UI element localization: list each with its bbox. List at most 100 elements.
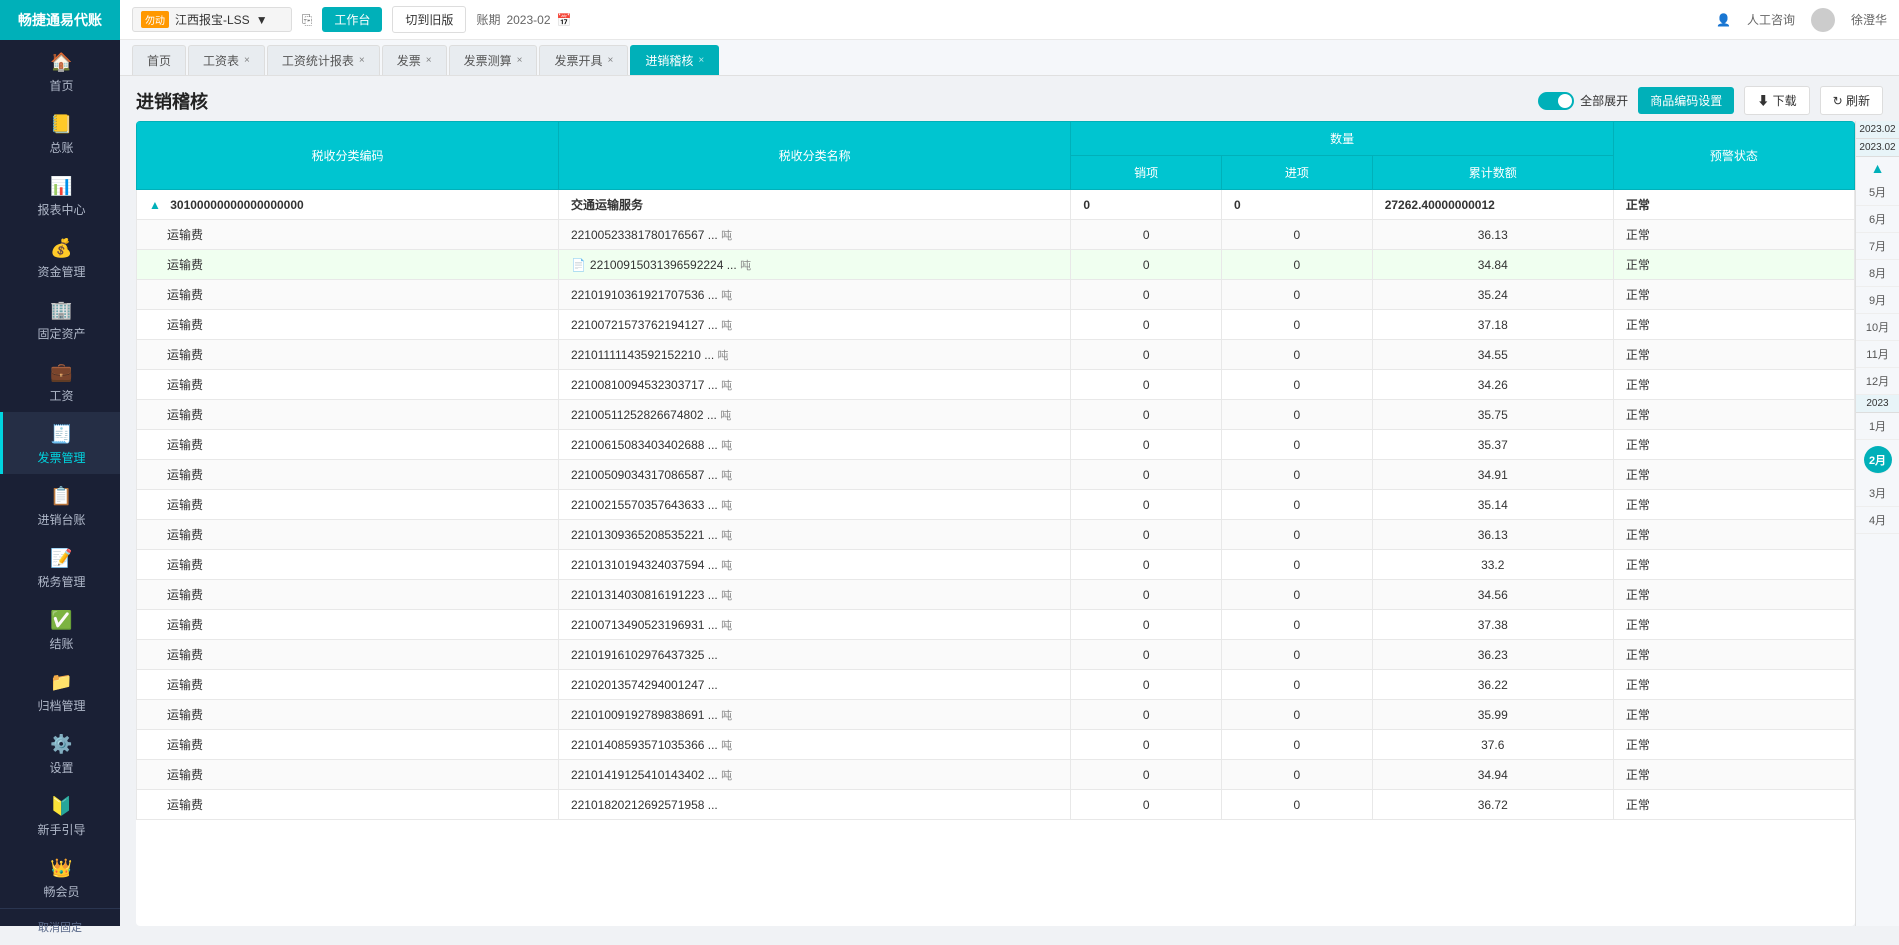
table-row-status: 正常 — [1613, 400, 1854, 430]
table-row-name: 运输费 — [137, 340, 559, 370]
cal-month-10[interactable]: 10月 — [1856, 314, 1899, 341]
tab-invoice-calc-label: 发票测算 — [464, 52, 512, 69]
cal-month-9[interactable]: 9月 — [1856, 287, 1899, 314]
workbench-button[interactable]: 工作台 — [322, 7, 382, 32]
tab-invoice-label: 发票 — [397, 52, 421, 69]
archive-icon: 📁 — [50, 672, 72, 693]
download-icon: ⬇ — [1757, 94, 1769, 108]
th-quantity: 数量 — [1071, 122, 1613, 156]
table-row-cumulative: 27262.40000000012 — [1372, 190, 1613, 220]
cal-month-8[interactable]: 8月 — [1856, 260, 1899, 287]
table-row-name: 运输费 — [137, 670, 559, 700]
table-row-name: 运输费 — [137, 550, 559, 580]
table-row-purchase: 0 — [1222, 250, 1373, 280]
switch-version-button[interactable]: 切到旧版 — [392, 6, 466, 33]
commodity-settings-button[interactable]: 商品编码设置 — [1638, 87, 1734, 114]
sidebar-item-settle[interactable]: ✅ 结账 — [0, 598, 120, 660]
sidebar-item-label: 结账 — [49, 635, 73, 652]
table-row-status: 正常 — [1613, 460, 1854, 490]
sales-ledger-icon: 📋 — [50, 486, 72, 507]
cal-month-6[interactable]: 6月 — [1856, 206, 1899, 233]
cal-month-12[interactable]: 12月 — [1856, 368, 1899, 395]
table-row-status: 正常 — [1613, 250, 1854, 280]
refresh-button[interactable]: ↻ 刷新 — [1820, 86, 1883, 115]
tab-invoice-open-close[interactable]: × — [607, 55, 613, 66]
table-row-purchase: 0 — [1222, 520, 1373, 550]
cal-up-arrow[interactable]: ▲ — [1856, 157, 1899, 179]
sidebar-item-archive[interactable]: 📁 归档管理 — [0, 660, 120, 722]
table-row-sale: 0 — [1071, 190, 1222, 220]
cal-month-3[interactable]: 3月 — [1856, 480, 1899, 507]
table-row-name: 运输费 — [137, 430, 559, 460]
table-row-cumulative: 36.13 — [1372, 520, 1613, 550]
tab-payroll[interactable]: 工资表 × — [188, 45, 265, 75]
calendar-icon[interactable]: 📅 — [557, 13, 572, 27]
th-cumulative: 累计数额 — [1372, 156, 1613, 190]
settings-icon: ⚙️ — [50, 734, 72, 755]
sidebar-item-sales-ledger[interactable]: 📋 进销台账 — [0, 474, 120, 536]
toggle-all-label: 全部展开 — [1580, 92, 1628, 109]
sidebar-item-reports[interactable]: 📊 报表中心 — [0, 164, 120, 226]
tab-invoice-calc[interactable]: 发票测算 × — [449, 45, 538, 75]
app-logo: 畅捷通易代账 — [0, 0, 120, 40]
table-row-status: 正常 — [1613, 370, 1854, 400]
copy-icon[interactable]: ⎘ — [302, 12, 312, 28]
tab-payroll-stats-close[interactable]: × — [359, 55, 365, 66]
table-row-cumulative: 34.94 — [1372, 760, 1613, 790]
cal-month-11[interactable]: 11月 — [1856, 341, 1899, 368]
cal-month-4[interactable]: 4月 — [1856, 507, 1899, 534]
table-row-code2: 22101310194324037594 ... 吨 — [558, 550, 1070, 580]
cal-month-7[interactable]: 7月 — [1856, 233, 1899, 260]
tab-invoice-close[interactable]: × — [426, 55, 432, 66]
tab-home[interactable]: 首页 — [132, 45, 186, 75]
assets-icon: 🏢 — [50, 300, 72, 321]
company-selector[interactable]: 勿动 江西报宝-LSS ▼ — [132, 7, 292, 32]
toggle-all-switch[interactable] — [1538, 92, 1574, 110]
table-row-purchase: 0 — [1222, 190, 1373, 220]
tab-invoice-calc-close[interactable]: × — [517, 55, 523, 66]
expand-icon[interactable]: ▲ — [149, 198, 161, 212]
table-row-purchase: 0 — [1222, 280, 1373, 310]
table-row-name: 运输费 — [137, 400, 559, 430]
tab-reconcile-close[interactable]: × — [698, 55, 704, 66]
tab-reconcile[interactable]: 进销稽核 × — [630, 45, 719, 75]
sidebar-item-ledger[interactable]: 📒 总账 — [0, 102, 120, 164]
support-label[interactable]: 人工咨询 — [1747, 11, 1795, 28]
cal-month-2[interactable]: 2月 — [1864, 446, 1892, 474]
sidebar-item-funds[interactable]: 💰 资金管理 — [0, 226, 120, 288]
tab-reconcile-label: 进销稽核 — [645, 52, 693, 69]
table-row-sale: 0 — [1071, 550, 1222, 580]
table-row-sale: 0 — [1071, 790, 1222, 820]
table-row-status: 正常 — [1613, 700, 1854, 730]
sidebar-item-tax[interactable]: 📝 税务管理 — [0, 536, 120, 598]
table-scroll[interactable]: 税收分类编码 税收分类名称 数量 预警状态 — [136, 121, 1855, 926]
table-row-status: 正常 — [1613, 730, 1854, 760]
sidebar-item-payroll[interactable]: 💼 工资 — [0, 350, 120, 412]
tab-payroll-stats[interactable]: 工资统计报表 × — [267, 45, 380, 75]
table-row-code2: 22100615083403402688 ... 吨 — [558, 430, 1070, 460]
sidebar-item-member[interactable]: 👑 畅会员 — [0, 846, 120, 908]
tabbar: 首页 工资表 × 工资统计报表 × 发票 × 发票测算 × 发票开具 × 进销稽… — [120, 40, 1899, 76]
tab-invoice[interactable]: 发票 × — [382, 45, 447, 75]
sidebar-item-guide[interactable]: 🔰 新手引导 — [0, 784, 120, 846]
table-row-name: 运输费 — [137, 700, 559, 730]
cal-month-5[interactable]: 5月 — [1856, 179, 1899, 206]
table-row-cumulative: 36.23 — [1372, 640, 1613, 670]
tab-payroll-close[interactable]: × — [244, 55, 250, 66]
table-row-purchase: 0 — [1222, 370, 1373, 400]
unpin-sidebar-button[interactable]: 取消固定 — [0, 908, 120, 945]
sidebar-item-assets[interactable]: 🏢 固定资产 — [0, 288, 120, 350]
download-button[interactable]: ⬇ 下载 — [1744, 86, 1809, 115]
table-row-cumulative: 34.91 — [1372, 460, 1613, 490]
th-sale: 销项 — [1071, 156, 1222, 190]
sidebar-item-invoice-mgmt[interactable]: 🧾 发票管理 — [0, 412, 120, 474]
table-row-purchase: 0 — [1222, 550, 1373, 580]
table-row-code2: 22100523381780176567 ... 吨 — [558, 220, 1070, 250]
sidebar-item-home[interactable]: 🏠 首页 — [0, 40, 120, 102]
table-row-code2: 22101314030816191223 ... 吨 — [558, 580, 1070, 610]
tab-invoice-open[interactable]: 发票开具 × — [539, 45, 628, 75]
table-row-status: 正常 — [1613, 550, 1854, 580]
cal-month-1[interactable]: 1月 — [1856, 413, 1899, 440]
sidebar-item-settings[interactable]: ⚙️ 设置 — [0, 722, 120, 784]
th-tax-name: 税收分类名称 — [558, 122, 1070, 190]
